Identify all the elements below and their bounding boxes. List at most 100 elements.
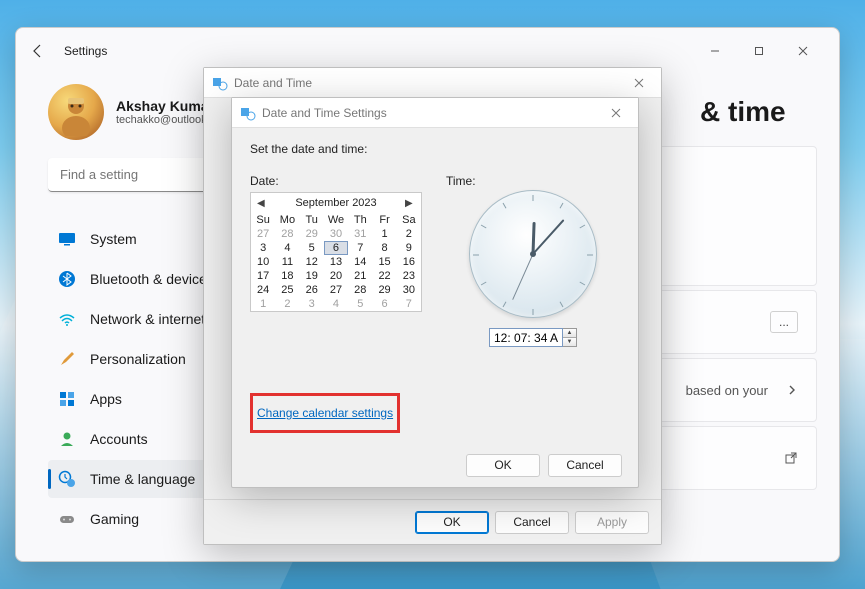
system-icon (58, 230, 76, 248)
external-link-icon (784, 451, 798, 465)
calendar-day[interactable]: 14 (348, 255, 372, 269)
calendar-day[interactable]: 20 (324, 269, 348, 283)
dialog-titlebar: Date and Time (204, 68, 661, 98)
calendar-day[interactable]: 8 (372, 241, 396, 255)
close-icon[interactable] (602, 103, 630, 123)
calendar-day[interactable]: 6 (324, 241, 348, 255)
minimize-button[interactable] (693, 36, 737, 66)
card-text: based on your (686, 383, 768, 398)
calendar-day[interactable]: 3 (300, 297, 324, 311)
date-time-icon (212, 75, 228, 91)
analog-clock (469, 190, 597, 318)
calendar-day[interactable]: 4 (324, 297, 348, 311)
nav-label: Gaming (90, 511, 139, 527)
calendar-day[interactable]: 25 (275, 283, 299, 297)
calendar-day[interactable]: 19 (300, 269, 324, 283)
close-button[interactable] (781, 36, 825, 66)
gamepad-icon (58, 510, 76, 528)
calendar-day[interactable]: 29 (372, 283, 396, 297)
calendar-day[interactable]: 18 (275, 269, 299, 283)
calendar-day[interactable]: 6 (372, 297, 396, 311)
avatar (48, 84, 104, 140)
spinner-down[interactable]: ▼ (563, 338, 576, 346)
brush-icon (58, 350, 76, 368)
user-email: techakko@outlook.c (116, 114, 215, 126)
calendar-day[interactable]: 3 (251, 241, 275, 255)
cancel-button[interactable]: Cancel (495, 511, 569, 534)
calendar-day[interactable]: 9 (397, 241, 421, 255)
calendar-day[interactable]: 11 (275, 255, 299, 269)
maximize-button[interactable] (737, 36, 781, 66)
clock-globe-icon (58, 470, 76, 488)
time-input[interactable] (489, 328, 563, 347)
calendar-day[interactable]: 2 (275, 297, 299, 311)
calendar-day[interactable]: 1 (372, 227, 396, 241)
next-month-button[interactable]: ▶ (405, 198, 415, 209)
calendar-day[interactable]: 27 (324, 283, 348, 297)
calendar-day[interactable]: 31 (348, 227, 372, 241)
dialog-title: Date and Time Settings (262, 106, 387, 120)
calendar-day[interactable]: 10 (251, 255, 275, 269)
date-label: Date: (250, 174, 422, 188)
calendar-dow: Sa (397, 213, 421, 227)
person-icon (58, 430, 76, 448)
calendar-dow: Tu (300, 213, 324, 227)
calendar-day[interactable]: 22 (372, 269, 396, 283)
calendar-day[interactable]: 7 (348, 241, 372, 255)
minute-hand (532, 219, 564, 255)
calendar-day[interactable]: 29 (300, 227, 324, 241)
nav-label: Apps (90, 391, 122, 407)
page-title: & time (700, 96, 817, 128)
calendar-dow: Fr (372, 213, 396, 227)
calendar-day[interactable]: 26 (300, 283, 324, 297)
calendar-dow: Th (348, 213, 372, 227)
wifi-icon (58, 310, 76, 328)
calendar-day[interactable]: 28 (275, 227, 299, 241)
apply-button[interactable]: Apply (575, 511, 649, 534)
prev-month-button[interactable]: ◀ (257, 198, 267, 209)
bluetooth-icon (58, 270, 76, 288)
dialog-title: Date and Time (234, 76, 312, 90)
calendar-day[interactable]: 23 (397, 269, 421, 283)
calendar-day[interactable]: 12 (300, 255, 324, 269)
calendar-day[interactable]: 13 (324, 255, 348, 269)
calendar-day[interactable]: 5 (300, 241, 324, 255)
dialog-titlebar: Date and Time Settings (232, 98, 638, 128)
calendar-day[interactable]: 17 (251, 269, 275, 283)
spinner-up[interactable]: ▲ (563, 329, 576, 338)
nav-label: Time & language (90, 471, 195, 487)
calendar-day[interactable]: 7 (397, 297, 421, 311)
cancel-button[interactable]: Cancel (548, 454, 622, 477)
user-name: Akshay Kumar (116, 98, 215, 114)
calendar-dow: Mo (275, 213, 299, 227)
nav-label: Accounts (90, 431, 148, 447)
calendar-day[interactable]: 28 (348, 283, 372, 297)
dialog-footer: OK Cancel (232, 443, 638, 487)
time-spinner[interactable]: ▲ ▼ (563, 328, 577, 347)
calendar-day[interactable]: 5 (348, 297, 372, 311)
date-time-settings-dialog: Date and Time Settings Set the date and … (231, 97, 639, 488)
back-button[interactable] (30, 43, 46, 59)
time-label: Time: (446, 174, 476, 188)
calendar-dow: We (324, 213, 348, 227)
card-ellipsis: ... (770, 311, 798, 333)
calendar-day[interactable]: 21 (348, 269, 372, 283)
calendar-day[interactable]: 2 (397, 227, 421, 241)
apps-icon (58, 390, 76, 408)
calendar-day[interactable]: 30 (324, 227, 348, 241)
calendar-day[interactable]: 24 (251, 283, 275, 297)
ok-button[interactable]: OK (415, 511, 489, 534)
change-calendar-settings-link[interactable]: Change calendar settings (257, 406, 393, 420)
calendar-day[interactable]: 30 (397, 283, 421, 297)
calendar-day[interactable]: 4 (275, 241, 299, 255)
calendar-day[interactable]: 27 (251, 227, 275, 241)
nav-label: Personalization (90, 351, 186, 367)
ok-button[interactable]: OK (466, 454, 540, 477)
calendar-day[interactable]: 16 (397, 255, 421, 269)
calendar-day[interactable]: 1 (251, 297, 275, 311)
calendar: ◀ September 2023 ▶ SuMoTuWeThFrSa2728293… (250, 192, 422, 312)
settings-title: Settings (64, 44, 107, 58)
calendar-day[interactable]: 15 (372, 255, 396, 269)
close-icon[interactable] (625, 73, 653, 93)
nav-label: Network & internet (90, 311, 205, 327)
